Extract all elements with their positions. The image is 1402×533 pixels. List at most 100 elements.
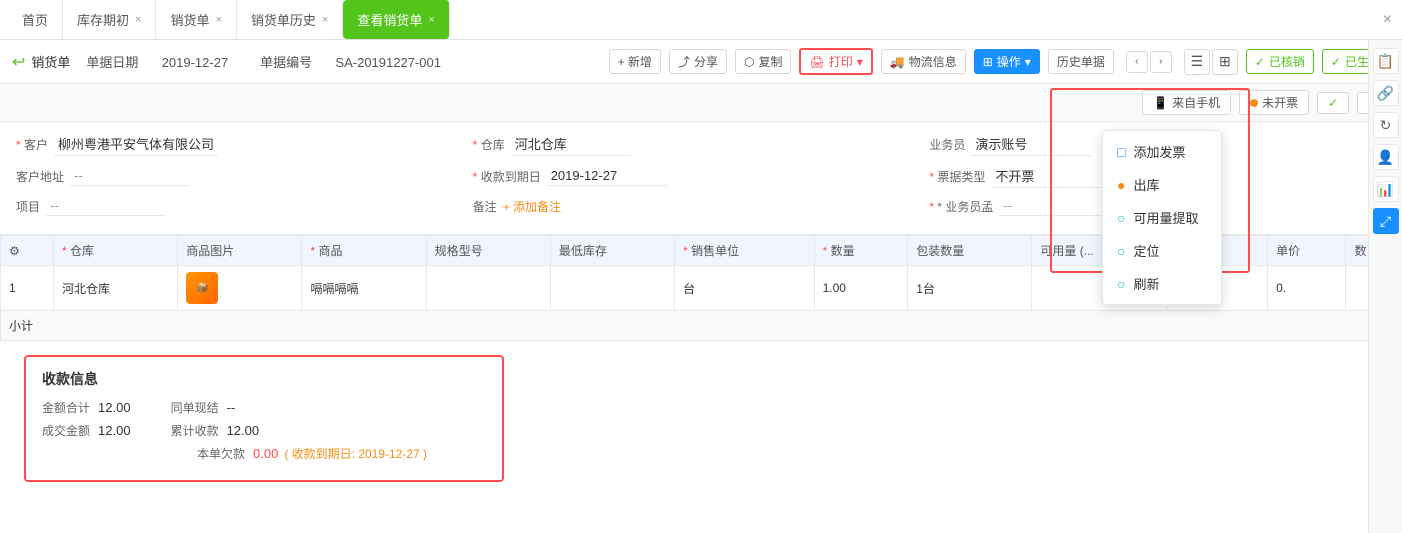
add-invoice-item[interactable]: □ 添加发票	[1103, 135, 1221, 168]
view-grid-btn[interactable]: ⊞	[1212, 49, 1238, 75]
payment-row-1: 金额合计 12.00 同单现结 --	[42, 399, 486, 416]
refresh-icon: ○	[1117, 276, 1125, 292]
status-dot-orange	[1250, 99, 1258, 107]
doc-header: ↩ 销货单 单据日期 2019-12-27 单据编号 SA-20191227-0…	[0, 40, 1402, 84]
operate-button[interactable]: ⊞ 操作 ▾	[974, 49, 1040, 74]
payment-section: 收款信息 金额合计 12.00 同单现结 -- 成交金额 12.00 累计收款	[0, 341, 1402, 496]
check-btn[interactable]: ✓	[1317, 92, 1349, 114]
tab-inventory[interactable]: 库存期初 ×	[63, 0, 156, 39]
same-order-item: 同单现结 --	[171, 399, 236, 416]
row-warehouse: 河北仓库	[54, 266, 178, 311]
operate-dropdown-arrow[interactable]: ▾	[1025, 55, 1031, 69]
view-list-btn[interactable]: ☰	[1184, 49, 1210, 75]
tab-view-sales-close[interactable]: ×	[428, 14, 434, 26]
new-button[interactable]: + 新增	[609, 49, 661, 74]
col-unit-price: 单价	[1268, 236, 1346, 266]
doc-meta: 单据日期 2019-12-27 单据编号 SA-20191227-001	[86, 52, 473, 71]
tab-sales-history-close[interactable]: ×	[322, 14, 328, 26]
tab-bar: 首页 库存期初 × 销货单 × 销货单历史 × 查看销货单 × ×	[0, 0, 1402, 40]
outbound-item[interactable]: ● 出库	[1103, 168, 1221, 201]
warehouse-label: 仓库	[473, 136, 505, 153]
sidebar-doc-icon[interactable]: 📋	[1373, 48, 1399, 74]
print-dropdown-arrow[interactable]: ▾	[857, 55, 863, 69]
col-product-img: 商品图片	[178, 236, 302, 266]
due-date-field: 收款到期日 2019-12-27	[473, 166, 930, 186]
col-spec: 规格型号	[426, 236, 550, 266]
note-field: 备注 + 添加备注	[473, 198, 930, 215]
main-area: ↩ 销货单 单据日期 2019-12-27 单据编号 SA-20191227-0…	[0, 40, 1402, 533]
refresh-item[interactable]: ○ 刷新	[1103, 267, 1221, 300]
row-pack-qty: 1台	[908, 266, 1032, 311]
col-min-stock: 最低库存	[550, 236, 674, 266]
project-label: 项目	[16, 198, 40, 215]
doc-type-icon: ↩	[12, 52, 25, 72]
locate-item[interactable]: ○ 定位	[1103, 234, 1221, 267]
row-spec	[426, 266, 550, 311]
owed-item: 本单欠款 0.00 ( 收款到期日: 2019-12-27 )	[197, 445, 427, 462]
tab-sales-history[interactable]: 销货单历史 ×	[237, 0, 343, 39]
logistics-button[interactable]: 🚚 物流信息	[881, 49, 966, 74]
sidebar-user-icon[interactable]: 👤	[1373, 144, 1399, 170]
row-sales-unit: 台	[675, 266, 815, 311]
payment-row-2: 成交金额 12.00 累计收款 12.00	[42, 422, 486, 439]
toolbar: 📱 来自手机 未开票 ✓ ⚑	[0, 84, 1402, 122]
payment-title: 收款信息	[42, 369, 486, 389]
available-qty-item[interactable]: ○ 可用量提取	[1103, 201, 1221, 234]
add-invoice-icon: □	[1117, 144, 1125, 160]
row-min-stock	[550, 266, 674, 311]
tab-inventory-close[interactable]: ×	[135, 14, 141, 26]
col-settings[interactable]: ⚙	[1, 236, 54, 266]
tab-sales[interactable]: 销货单 ×	[156, 0, 236, 39]
cancelled-button[interactable]: ✓ 已核销	[1246, 49, 1314, 74]
sidebar-chart-icon[interactable]: 📊	[1373, 176, 1399, 202]
payment-row-3: 本单欠款 0.00 ( 收款到期日: 2019-12-27 )	[42, 445, 486, 462]
operate-icon: ⊞	[983, 55, 993, 69]
tab-view-sales[interactable]: 查看销货单 ×	[343, 0, 449, 39]
total-amount-value: 12.00	[98, 400, 131, 415]
sales-emp-label: * 业务员孟	[929, 198, 993, 215]
share-icon: ⤴	[678, 53, 690, 70]
share-button[interactable]: ⤴ 分享	[669, 49, 727, 74]
col-sales-unit: * 销售单位	[675, 236, 815, 266]
row-product-img: 📦	[178, 266, 302, 311]
employee-value: 演示账号	[971, 132, 1091, 156]
phone-icon: 📱	[1153, 96, 1168, 110]
date-label: 单据日期 2019-12-27	[86, 52, 244, 71]
history-button[interactable]: 历史单据	[1048, 49, 1114, 74]
sidebar-refresh-icon[interactable]: ↻	[1373, 112, 1399, 138]
sidebar-expand-icon[interactable]: ⤢	[1373, 208, 1399, 234]
subtotal-row: 小计	[1, 311, 1402, 341]
due-date-value: 2019-12-27	[547, 166, 667, 186]
col-quantity: * 数量	[814, 236, 908, 266]
owed-value: 0.00	[253, 446, 278, 461]
row-unit-price: 0.	[1268, 266, 1346, 311]
window-close-icon[interactable]: ×	[1383, 11, 1392, 29]
from-phone-btn[interactable]: 📱 来自手机	[1142, 90, 1231, 115]
row-product: 嗝嗝嗝嗝	[302, 266, 426, 311]
doc-title: ↩ 销货单	[12, 52, 70, 72]
tab-home[interactable]: 首页	[8, 0, 63, 39]
project-field: 项目 --	[16, 196, 473, 216]
owed-label: 本单欠款	[197, 445, 245, 462]
subtotal-label: 小计	[1, 311, 1402, 341]
check-icon: ✓	[1255, 55, 1265, 69]
address-field: 客户地址 --	[16, 166, 473, 186]
print-button[interactable]: 🖨 打印 ▾	[799, 48, 872, 75]
due-note: ( 收款到期日: 2019-12-27 )	[284, 445, 427, 462]
copy-icon: ⬡	[744, 55, 754, 69]
address-label: 客户地址	[16, 168, 64, 185]
cumulative-value: 12.00	[227, 423, 260, 438]
sidebar-link-icon[interactable]: 🔗	[1373, 80, 1399, 106]
settings-icon: ⚙	[9, 244, 20, 258]
nav-prev[interactable]: ‹	[1126, 51, 1148, 73]
project-value: --	[46, 196, 166, 216]
tab-sales-close[interactable]: ×	[215, 14, 221, 26]
transaction-item: 成交金额 12.00	[42, 422, 131, 439]
not-opened-btn[interactable]: 未开票	[1239, 90, 1309, 115]
col-warehouse: * 仓库	[54, 236, 178, 266]
nav-next[interactable]: ›	[1150, 51, 1172, 73]
add-note-btn[interactable]: + 添加备注	[503, 198, 561, 215]
copy-button[interactable]: ⬡ 复制	[735, 49, 792, 74]
row-index: 1	[1, 266, 54, 311]
payment-info-box: 收款信息 金额合计 12.00 同单现结 -- 成交金额 12.00 累计收款	[24, 355, 504, 482]
